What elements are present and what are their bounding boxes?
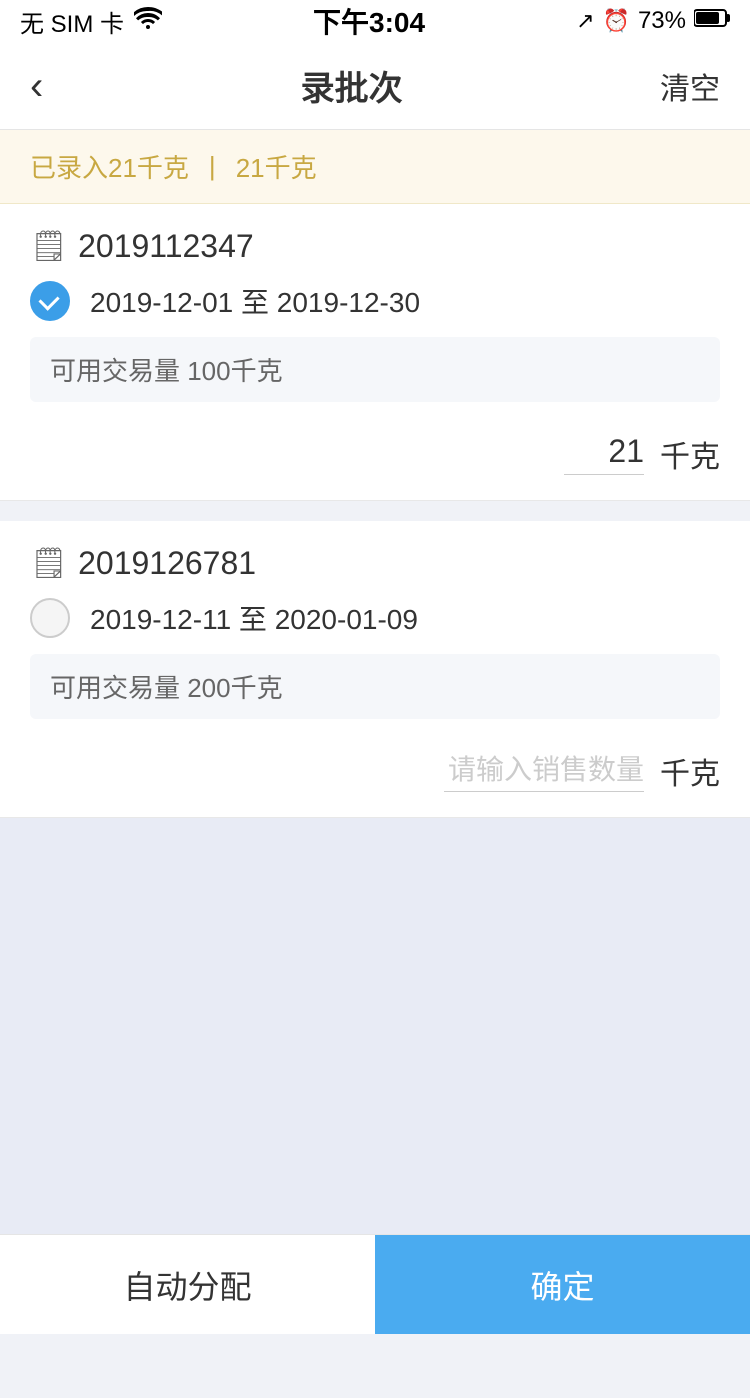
battery-text: 73% [638, 7, 686, 35]
no-sim-text: 无 SIM 卡 [20, 4, 124, 39]
page-title: 录批次 [301, 61, 403, 110]
back-button[interactable]: ‹ [30, 66, 43, 106]
nav-bar: ‹ 录批次 清空 [0, 42, 750, 130]
summary-bar: 已录入21千克 | 21千克 [0, 130, 750, 204]
alarm-icon: ⏰ [603, 8, 630, 34]
qty-unit-1: 千克 [660, 432, 720, 476]
summary-label: 已录入21千克 [30, 148, 189, 185]
qty-row-2: 千克 [0, 729, 750, 818]
batch-header-1: 🗒 2019112347 [0, 204, 750, 275]
bottom-bar: 自动分配 确定 [0, 1234, 750, 1334]
qty-value-1[interactable]: 21 [564, 433, 644, 475]
qty-input-2[interactable] [444, 750, 644, 792]
wifi-icon [134, 7, 162, 36]
qty-unit-2: 千克 [660, 749, 720, 793]
content-area: 🗒 2019112347 2019-12-01 至 2019-12-30 可用交… [0, 204, 750, 1398]
batch-avail-text-2: 可用交易量 200千克 [50, 673, 283, 703]
batch-date-2: 2019-12-11 至 2020-01-09 [90, 598, 418, 638]
confirm-button[interactable]: 确定 [375, 1235, 750, 1334]
empty-area [0, 818, 750, 1298]
batch-avail-2: 可用交易量 200千克 [30, 654, 720, 719]
qty-row-1: 21 千克 [0, 412, 750, 501]
batch-icon-2: 🗒 [30, 546, 68, 581]
status-left: 无 SIM 卡 [20, 4, 162, 39]
batch-date-row-2[interactable]: 2019-12-11 至 2020-01-09 [0, 592, 750, 648]
batch-avail-1: 可用交易量 100千克 [30, 337, 720, 402]
status-bar: 无 SIM 卡 下午3:04 ↗ ⏰ 73% [0, 0, 750, 42]
location-icon: ↗ [576, 8, 594, 34]
radio-unchecked-2[interactable] [30, 598, 70, 638]
batch-card-1: 🗒 2019112347 2019-12-01 至 2019-12-30 可用交… [0, 204, 750, 501]
batch-header-2: 🗒 2019126781 [0, 521, 750, 592]
battery-icon [694, 7, 730, 35]
batch-date-1: 2019-12-01 至 2019-12-30 [90, 281, 420, 321]
batch-id-1: 2019112347 [78, 228, 254, 265]
summary-divider: | [209, 151, 216, 182]
summary-value: 21千克 [236, 148, 317, 185]
auto-distribute-button[interactable]: 自动分配 [0, 1235, 375, 1334]
status-right: ↗ ⏰ 73% [576, 7, 730, 35]
batch-date-row-1[interactable]: 2019-12-01 至 2019-12-30 [0, 275, 750, 331]
radio-checked-1[interactable] [30, 281, 70, 321]
batch-avail-text-1: 可用交易量 100千克 [50, 356, 283, 386]
batch-card-2: 🗒 2019126781 2019-12-11 至 2020-01-09 可用交… [0, 521, 750, 818]
clear-button[interactable]: 清空 [660, 64, 720, 108]
batch-icon-1: 🗒 [30, 229, 68, 264]
card-separator [0, 501, 750, 521]
batch-id-2: 2019126781 [78, 545, 256, 582]
status-time: 下午3:04 [313, 1, 425, 41]
